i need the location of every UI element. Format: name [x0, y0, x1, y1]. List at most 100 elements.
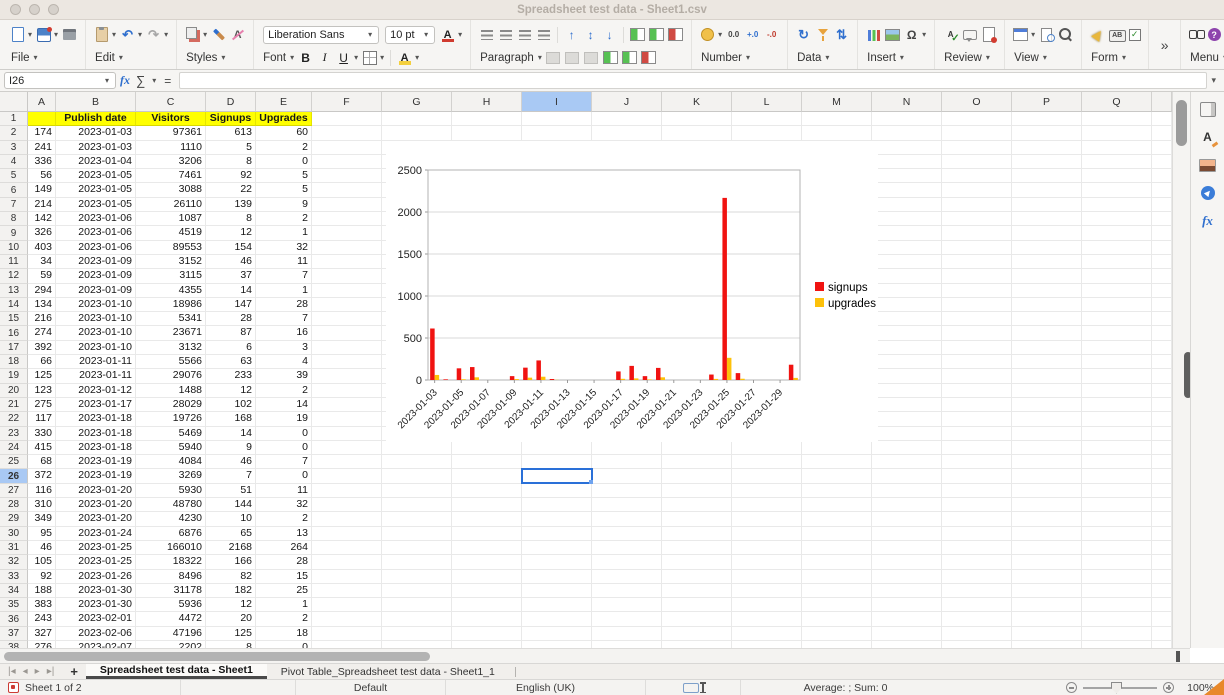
split-cells-alt-icon[interactable]: [640, 50, 656, 66]
grid-cell[interactable]: [1012, 326, 1082, 340]
grid-cell[interactable]: [312, 641, 382, 648]
grid-cell[interactable]: [1082, 555, 1152, 569]
grid-cell[interactable]: [1012, 641, 1082, 648]
grid-cell[interactable]: [28, 112, 56, 126]
grid-cell[interactable]: [872, 312, 942, 326]
grid-cell[interactable]: [1012, 427, 1082, 441]
undo-icon[interactable]: ↶: [120, 27, 136, 43]
grid-cell[interactable]: [802, 541, 872, 555]
grid-cell[interactable]: 32: [256, 241, 312, 255]
grid-cell[interactable]: [1012, 627, 1082, 641]
grid-cell[interactable]: 2023-01-30: [56, 598, 136, 612]
grid-cell[interactable]: [1152, 298, 1172, 312]
grid-cell[interactable]: [802, 555, 872, 569]
grid-cell[interactable]: 2023-01-10: [56, 312, 136, 326]
row-header-24[interactable]: 24: [0, 441, 28, 455]
chevron-down-icon[interactable]: ▾: [138, 30, 142, 39]
highlight-icon[interactable]: A: [397, 50, 413, 66]
grid-cell[interactable]: [1152, 112, 1172, 126]
grid-cell[interactable]: 2023-01-05: [56, 169, 136, 183]
grid-cell[interactable]: [1012, 455, 1082, 469]
grid-cell[interactable]: 102: [206, 398, 256, 412]
row-header-20[interactable]: 20: [0, 384, 28, 398]
formula-input[interactable]: [179, 72, 1207, 89]
grid-cell[interactable]: [522, 126, 592, 140]
grid-cell[interactable]: [1152, 141, 1172, 155]
grid-cell[interactable]: [1152, 598, 1172, 612]
grid-cell[interactable]: [1012, 512, 1082, 526]
grid-cell[interactable]: [382, 512, 452, 526]
grid-cell[interactable]: 7461: [136, 169, 206, 183]
grid-cell[interactable]: [1152, 326, 1172, 340]
grid-cell[interactable]: [1152, 469, 1172, 483]
grid-cell[interactable]: [1012, 398, 1082, 412]
row-header-36[interactable]: 36: [0, 612, 28, 626]
grid-cell[interactable]: [1082, 641, 1152, 648]
grid-cell[interactable]: [732, 512, 802, 526]
grid-cell[interactable]: 19: [256, 412, 312, 426]
grid-cell[interactable]: 294: [28, 284, 56, 298]
grid-cell[interactable]: [662, 512, 732, 526]
column-header-M[interactable]: M: [802, 92, 872, 112]
grid-cell[interactable]: 349: [28, 512, 56, 526]
grid-cell[interactable]: 2023-01-10: [56, 298, 136, 312]
expand-formula-bar-icon[interactable]: ▾: [1211, 75, 1216, 86]
chevron-down-icon[interactable]: ▾: [28, 30, 32, 39]
grid-cell[interactable]: [1082, 612, 1152, 626]
grid-cell[interactable]: [1152, 355, 1172, 369]
chevron-down-icon[interactable]: ▾: [415, 53, 419, 62]
grid-cell[interactable]: [522, 541, 592, 555]
grid-cell[interactable]: [662, 527, 732, 541]
add-decimal-icon[interactable]: +.0: [745, 27, 761, 43]
grid-cell[interactable]: [312, 198, 382, 212]
grid-cell[interactable]: 330: [28, 427, 56, 441]
grid-cell[interactable]: [1012, 441, 1082, 455]
grid-cell[interactable]: [942, 584, 1012, 598]
row-header-9[interactable]: 9: [0, 226, 28, 240]
grid-cell[interactable]: [592, 584, 662, 598]
row-header-27[interactable]: 27: [0, 484, 28, 498]
grid-cell[interactable]: [732, 612, 802, 626]
grid-cell[interactable]: [1012, 598, 1082, 612]
grid-cell[interactable]: [732, 112, 802, 126]
grid-cell[interactable]: [662, 612, 732, 626]
grid-cell[interactable]: [382, 541, 452, 555]
menu-font[interactable]: Font: [260, 52, 289, 64]
grid-cell[interactable]: [522, 527, 592, 541]
grid-cell[interactable]: [942, 226, 1012, 240]
grid-cell[interactable]: 3115: [136, 269, 206, 283]
horizontal-scrollbar[interactable]: [0, 648, 1190, 663]
chevron-down-icon[interactable]: ▾: [458, 30, 462, 39]
grid-cell[interactable]: 2023-01-06: [56, 212, 136, 226]
grid-cell[interactable]: 16: [256, 326, 312, 340]
grid-cell[interactable]: [1082, 298, 1152, 312]
row-header-32[interactable]: 32: [0, 555, 28, 569]
grid-cell[interactable]: [1012, 369, 1082, 383]
grid-cell[interactable]: [382, 498, 452, 512]
chart-icon[interactable]: [866, 27, 882, 43]
grid-cell[interactable]: 29076: [136, 369, 206, 383]
row-header-7[interactable]: 7: [0, 198, 28, 212]
grid-cell[interactable]: [1082, 141, 1152, 155]
grid-cell[interactable]: 47196: [136, 627, 206, 641]
grid-cell[interactable]: [1152, 570, 1172, 584]
chevron-down-icon[interactable]: ▾: [368, 30, 372, 39]
grid-cell[interactable]: [382, 598, 452, 612]
menu-paragraph[interactable]: Paragraph: [477, 52, 537, 64]
grid-cell[interactable]: 4519: [136, 226, 206, 240]
grid-cell[interactable]: [1082, 541, 1152, 555]
grid-cell[interactable]: [1082, 584, 1152, 598]
grid-cell[interactable]: [592, 455, 662, 469]
grid-cell[interactable]: [312, 484, 382, 498]
grid-cell[interactable]: [1082, 284, 1152, 298]
chevron-down-icon[interactable]: ▾: [112, 30, 116, 39]
grid-cell[interactable]: 188: [28, 584, 56, 598]
grid-cell[interactable]: 2023-01-10: [56, 326, 136, 340]
grid-cell[interactable]: [592, 641, 662, 648]
grid-cell[interactable]: 7: [256, 455, 312, 469]
grid-cell[interactable]: [942, 570, 1012, 584]
grid-cell[interactable]: [872, 269, 942, 283]
grid-cell[interactable]: [872, 412, 942, 426]
grid-cell[interactable]: [1082, 455, 1152, 469]
grid-cell[interactable]: [732, 498, 802, 512]
